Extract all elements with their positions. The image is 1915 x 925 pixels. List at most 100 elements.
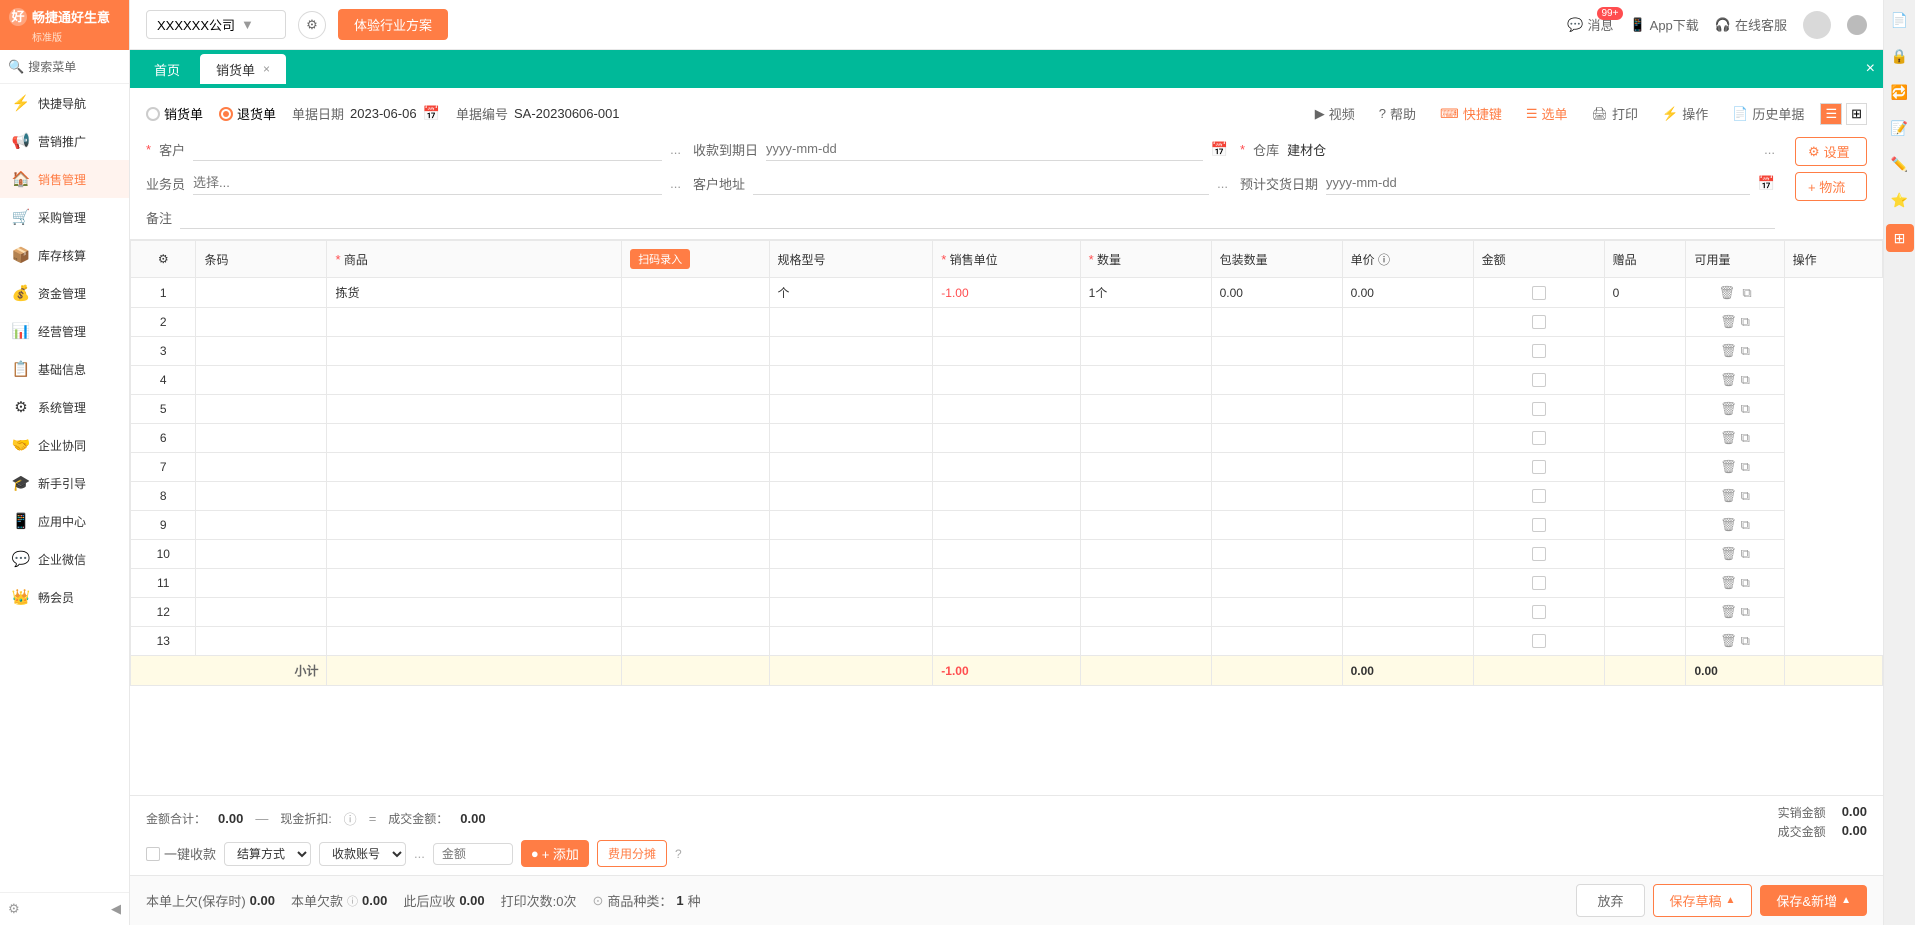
sidebar-nav-item-enterprise[interactable]: 🤝 企业协同 xyxy=(0,426,129,464)
sidebar-nav-item-wechat[interactable]: 💬 企业微信 xyxy=(0,540,129,578)
copy-icon[interactable]: ⧉ xyxy=(1741,546,1750,561)
online-service-btn[interactable]: 🎧 在线客服 xyxy=(1715,15,1787,34)
expense-split-btn[interactable]: 费用分摊 xyxy=(597,840,667,867)
logistics-btn[interactable]: + 物流 xyxy=(1795,172,1867,201)
col-header-settings[interactable]: ⚙ xyxy=(131,241,196,278)
sidebar-nav-item-quick-nav[interactable]: ⚡ 快捷导航 xyxy=(0,84,129,122)
notes-input[interactable] xyxy=(180,205,1775,229)
app-download-btn[interactable]: 📱 App下载 xyxy=(1629,15,1698,34)
calculation-method-select[interactable]: 结算方式 xyxy=(224,842,311,866)
sidebar-nav-item-finance[interactable]: 💰 资金管理 xyxy=(0,274,129,312)
delete-icon[interactable]: 🗑 xyxy=(1720,546,1737,561)
cash-discount-help[interactable]: ⓘ xyxy=(344,809,357,828)
copy-icon[interactable]: ⧉ xyxy=(1741,430,1750,445)
list-view-icon[interactable]: ☰ xyxy=(1820,103,1842,125)
salesman-input[interactable] xyxy=(193,171,662,195)
col-header-scan[interactable]: 扫码录入 xyxy=(622,241,769,278)
payment-date-calendar-icon[interactable]: 📅 xyxy=(1211,141,1228,158)
copy-icon[interactable]: ⧉ xyxy=(1741,372,1750,387)
delete-icon[interactable]: 🗑 xyxy=(1720,575,1737,590)
row-unit-price[interactable]: 0.00 xyxy=(1211,278,1342,308)
delete-icon[interactable]: 🗑 xyxy=(1720,459,1737,474)
sidebar-nav-item-purchase[interactable]: 🛒 采购管理 xyxy=(0,198,129,236)
table-container[interactable]: ⚙ 条码 * 商品 扫码录入 规格型号 * 销售单位 * 数量 包装数量 单价 … xyxy=(130,240,1883,795)
delete-icon[interactable]: 🗑 xyxy=(1720,314,1737,329)
sidebar-nav-item-marketing[interactable]: 📢 营销推广 xyxy=(0,122,129,160)
payment-date-input[interactable] xyxy=(766,137,1203,161)
copy-icon[interactable]: ⧉ xyxy=(1741,459,1750,474)
tab-sales-order[interactable]: 销货单 × xyxy=(200,54,286,84)
rs-pencil-icon[interactable]: ✏️ xyxy=(1888,152,1912,176)
message-btn[interactable]: 💬 消息 99+ xyxy=(1567,15,1613,34)
row-barcode[interactable] xyxy=(196,278,327,308)
delete-icon[interactable]: 🗑 xyxy=(1720,401,1737,416)
sidebar-nav-item-operations[interactable]: 📊 经营管理 xyxy=(0,312,129,350)
trial-btn[interactable]: 体验行业方案 xyxy=(338,9,448,40)
grid-view-icon[interactable]: ⊞ xyxy=(1846,103,1867,125)
rs-lock-icon[interactable]: 🔒 xyxy=(1888,44,1912,68)
rs-star-icon[interactable]: ⭐ xyxy=(1888,188,1912,212)
sidebar-nav-item-guide[interactable]: 🎓 新手引导 xyxy=(0,464,129,502)
address-dots[interactable]: ... xyxy=(1217,176,1228,191)
date-calendar-icon[interactable]: 📅 xyxy=(423,105,440,122)
save-new-btn[interactable]: 保存&新增 ▲ xyxy=(1760,885,1867,916)
scan-btn[interactable]: 扫码录入 xyxy=(630,249,690,269)
copy-icon[interactable]: ⧉ xyxy=(1741,343,1750,358)
delete-icon[interactable]: 🗑 xyxy=(1720,488,1737,503)
one-click-payment-checkbox[interactable]: 一键收款 xyxy=(146,844,216,863)
delete-icon[interactable]: 🗑 xyxy=(1718,285,1735,300)
delivery-calendar-icon[interactable]: 📅 xyxy=(1758,175,1775,192)
save-draft-btn[interactable]: 保存草稿 ▲ xyxy=(1653,884,1753,917)
customer-input[interactable] xyxy=(193,137,662,161)
amount-input[interactable] xyxy=(433,843,513,865)
row-gift[interactable] xyxy=(1473,278,1604,308)
help-btn[interactable]: ? 帮助 xyxy=(1371,100,1424,127)
row-quantity[interactable]: -1.00 xyxy=(933,278,1080,308)
expense-help-icon[interactable]: ? xyxy=(675,847,682,861)
copy-icon[interactable]: ⧉ xyxy=(1741,488,1750,503)
sidebar-nav-item-inventory[interactable]: 📦 库存核算 xyxy=(0,236,129,274)
tab-bar-close[interactable]: × xyxy=(1866,60,1875,78)
delete-icon[interactable]: 🗑 xyxy=(1720,604,1737,619)
sidebar-nav-item-basic[interactable]: 📋 基础信息 xyxy=(0,350,129,388)
copy-icon[interactable]: ⧉ xyxy=(1741,401,1750,416)
radio-sales-order[interactable]: 销货单 xyxy=(146,104,203,123)
account-number-select[interactable]: 收款账号 xyxy=(319,842,406,866)
row-amount[interactable]: 0.00 xyxy=(1342,278,1473,308)
customer-dots[interactable]: ... xyxy=(670,142,681,157)
rs-orange-icon[interactable]: ⊞ xyxy=(1886,224,1914,252)
radio-return-order[interactable]: 退货单 xyxy=(219,104,276,123)
sidebar-nav-item-sales[interactable]: 🏠 销售管理 xyxy=(0,160,129,198)
settings-btn[interactable]: ⚙ 设置 xyxy=(1795,137,1867,166)
tab-home[interactable]: 首页 xyxy=(138,50,196,88)
delete-icon[interactable]: 🗑 xyxy=(1720,633,1737,648)
rs-refresh-icon[interactable]: 🔁 xyxy=(1888,80,1912,104)
company-selector[interactable]: XXXXXX公司 ▼ xyxy=(146,10,286,39)
tab-close-icon[interactable]: × xyxy=(263,62,270,76)
copy-icon[interactable]: ⧉ xyxy=(1741,517,1750,532)
sidebar-search[interactable]: 🔍 搜索菜单 xyxy=(0,50,129,84)
rs-edit-icon[interactable]: 📝 xyxy=(1888,116,1912,140)
history-btn[interactable]: 📄 历史单据 xyxy=(1724,100,1812,127)
select-order-btn[interactable]: ☰ 选单 xyxy=(1518,100,1576,127)
delete-icon[interactable]: 🗑 xyxy=(1720,372,1737,387)
sidebar-nav-item-appstore[interactable]: 📱 应用中心 xyxy=(0,502,129,540)
copy-icon[interactable]: ⧉ xyxy=(1742,285,1751,300)
sidebar-nav-item-system[interactable]: ⚙ 系统管理 xyxy=(0,388,129,426)
rs-notes-icon[interactable]: 📄 xyxy=(1888,8,1912,32)
help-circle-icon[interactable]: ⓘ xyxy=(347,893,358,909)
row-spec[interactable] xyxy=(622,278,769,308)
row-pack-qty[interactable]: 1个 xyxy=(1080,278,1211,308)
actions-btn[interactable]: ⚡ 操作 xyxy=(1654,100,1716,127)
warehouse-dots[interactable]: ... xyxy=(1764,142,1775,157)
expected-delivery-input[interactable] xyxy=(1326,171,1750,195)
row-product[interactable]: 拣货 xyxy=(327,278,622,308)
salesman-dots[interactable]: ... xyxy=(670,176,681,191)
copy-icon[interactable]: ⧉ xyxy=(1741,314,1750,329)
settings-gear-icon[interactable]: ⚙ xyxy=(8,901,20,917)
add-payment-btn[interactable]: ● + 添加 xyxy=(521,840,589,867)
account-dots[interactable]: ... xyxy=(414,846,425,861)
print-btn[interactable]: 🖨 打印 xyxy=(1584,100,1647,127)
delete-icon[interactable]: 🗑 xyxy=(1720,430,1737,445)
collapse-icon[interactable]: ◀ xyxy=(111,901,121,917)
